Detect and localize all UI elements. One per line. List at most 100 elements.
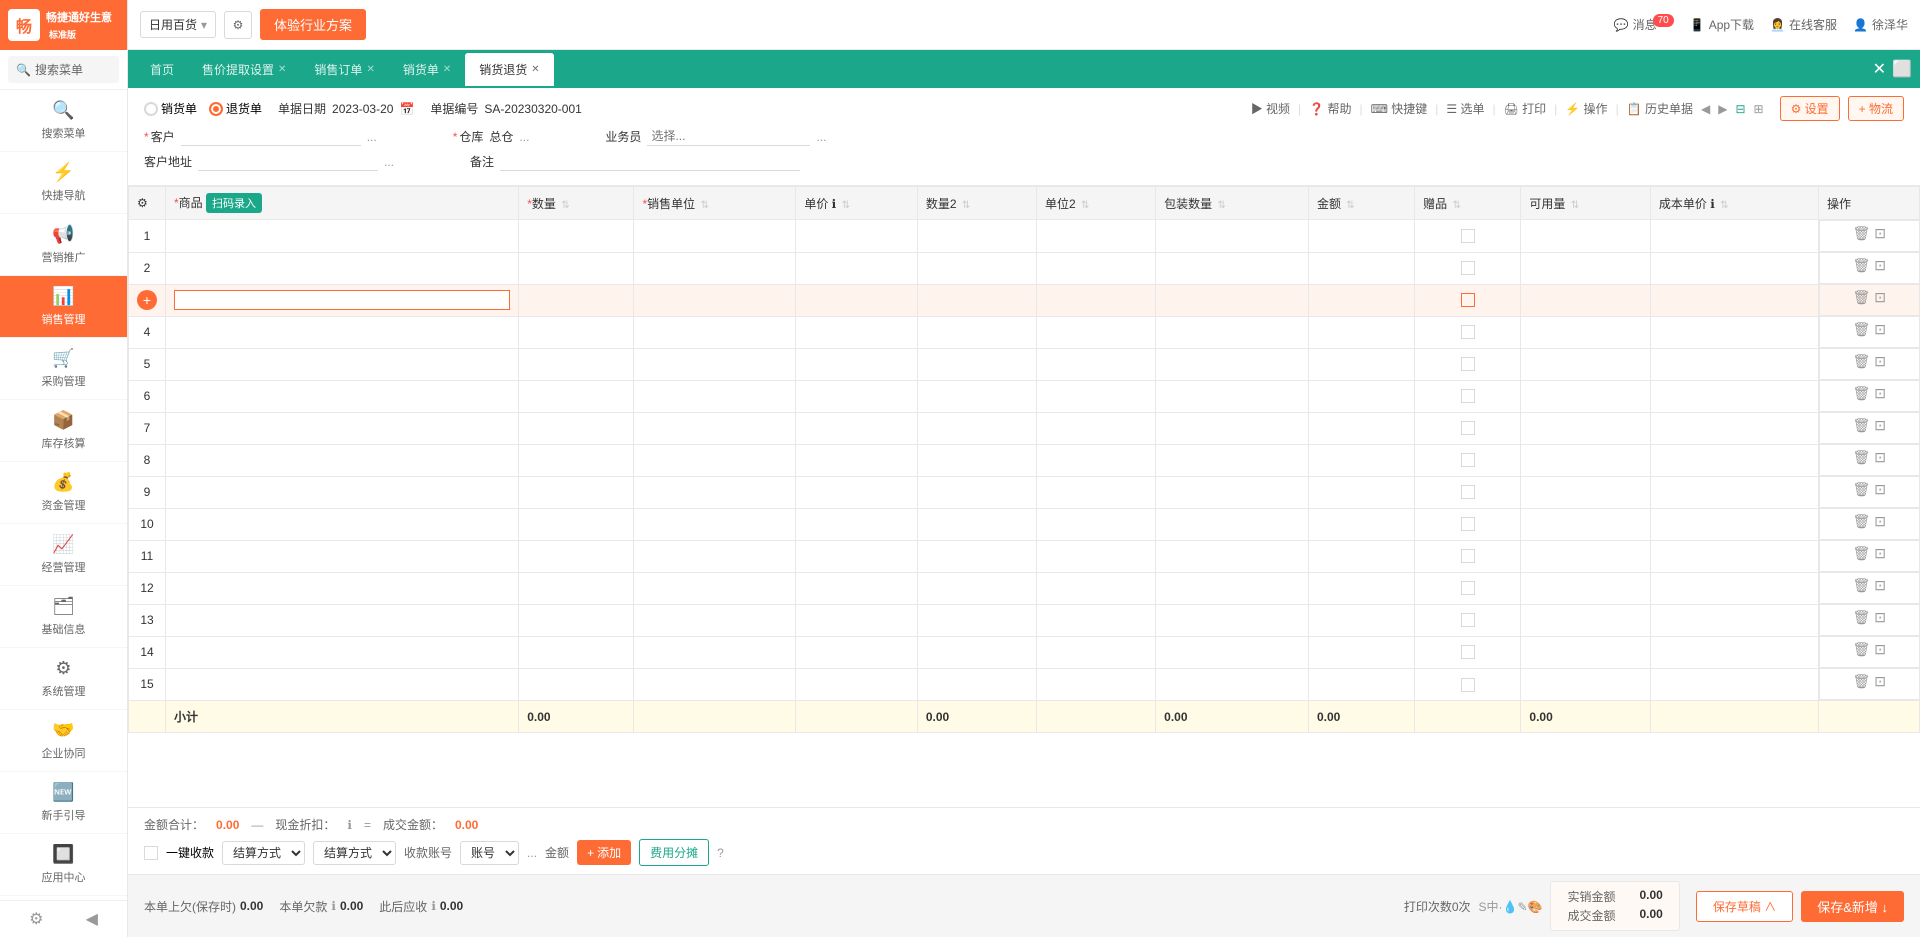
gift-checkbox-9[interactable]: [1461, 485, 1475, 499]
history-btn[interactable]: 📋 历史单据: [1627, 100, 1693, 117]
cost-sort[interactable]: ⇅: [1720, 200, 1728, 211]
delete-row-7[interactable]: 🗑: [1852, 417, 1870, 439]
sidebar-item-inventory[interactable]: 📦库存核算: [0, 400, 127, 462]
debt-info-icon[interactable]: ℹ: [331, 899, 336, 913]
unit2-sort[interactable]: ⇅: [1081, 200, 1089, 211]
radio-return[interactable]: 退货单: [209, 100, 262, 117]
shortcut-btn[interactable]: ⌨ 快捷键: [1371, 100, 1428, 117]
sidebar-item-basic[interactable]: 🗂基础信息: [0, 586, 127, 648]
expense-help-icon[interactable]: ?: [717, 846, 724, 860]
delete-row-3[interactable]: 🗑: [1852, 289, 1870, 311]
copy-row-3[interactable]: ⊡: [1874, 289, 1886, 311]
tab-sales-order[interactable]: 销售订单✕: [300, 53, 388, 86]
account-select[interactable]: 账号: [460, 841, 519, 865]
copy-row-12[interactable]: ⊡: [1874, 577, 1886, 599]
remark-input[interactable]: [500, 152, 800, 171]
tab-sales-delivery[interactable]: 销货单✕: [389, 53, 465, 86]
gift-checkbox-1[interactable]: [1461, 229, 1475, 243]
discount-help-icon[interactable]: ℹ: [347, 818, 352, 832]
tab-close-sales-order[interactable]: ✕: [366, 64, 374, 75]
sidebar-item-marketing[interactable]: 📢营销推广: [0, 214, 127, 276]
delete-row-8[interactable]: 🗑: [1852, 449, 1870, 471]
sidebar-item-finance[interactable]: 💰资金管理: [0, 462, 127, 524]
delete-row-1[interactable]: 🗑: [1852, 225, 1870, 247]
salesperson-dots[interactable]: ...: [816, 130, 826, 144]
gift-checkbox-11[interactable]: [1461, 549, 1475, 563]
sidebar-collapse-button[interactable]: ◀: [86, 909, 98, 929]
sidebar-item-system[interactable]: ⚙系统管理: [0, 648, 127, 710]
copy-row-7[interactable]: ⊡: [1874, 417, 1886, 439]
copy-row-5[interactable]: ⊡: [1874, 353, 1886, 375]
gift-checkbox-15[interactable]: [1461, 678, 1475, 692]
gift-checkbox-13[interactable]: [1461, 613, 1475, 627]
delete-row-2[interactable]: 🗑: [1852, 257, 1870, 279]
copy-row-11[interactable]: ⊡: [1874, 545, 1886, 567]
price-sort[interactable]: ⇅: [842, 200, 850, 211]
tab-close-all-btn[interactable]: ✕: [1873, 59, 1886, 79]
add-payment-btn[interactable]: + 添加: [577, 840, 631, 865]
message-button[interactable]: 💬 消息 70: [1614, 16, 1674, 33]
app-download-button[interactable]: 📱 App下载: [1690, 16, 1754, 33]
gift-checkbox-14[interactable]: [1461, 645, 1475, 659]
radio-delivery[interactable]: 销货单: [144, 100, 197, 117]
copy-row-13[interactable]: ⊡: [1874, 609, 1886, 631]
copy-row-4[interactable]: ⊡: [1874, 321, 1886, 343]
copy-row-8[interactable]: ⊡: [1874, 449, 1886, 471]
gift-checkbox-2[interactable]: [1461, 261, 1475, 275]
sidebar-item-operations[interactable]: 📈经营管理: [0, 524, 127, 586]
customer-input[interactable]: [181, 127, 361, 146]
delete-row-6[interactable]: 🗑: [1852, 385, 1870, 407]
tab-home[interactable]: 首页: [136, 53, 188, 86]
expense-split-btn[interactable]: 费用分摊: [639, 839, 709, 866]
delete-row-5[interactable]: 🗑: [1852, 353, 1870, 375]
list-view-icon[interactable]: ⊟: [1735, 102, 1745, 116]
delete-row-14[interactable]: 🗑: [1852, 641, 1870, 663]
gift-checkbox-5[interactable]: [1461, 357, 1475, 371]
tab-price-settings[interactable]: 售价提取设置✕: [188, 53, 300, 86]
delete-row-10[interactable]: 🗑: [1852, 513, 1870, 535]
tab-close-sales-return[interactable]: ✕: [531, 64, 539, 75]
category-selector[interactable]: 日用百货 ▾: [140, 11, 216, 38]
select-btn[interactable]: ☰ 选单: [1446, 100, 1484, 117]
prev-icon[interactable]: ◀: [1701, 102, 1710, 116]
sidebar-item-apps[interactable]: 🔲应用中心: [0, 834, 127, 896]
tab-close-price-settings[interactable]: ✕: [278, 64, 286, 75]
gift-checkbox-4[interactable]: [1461, 325, 1475, 339]
gift-checkbox-3[interactable]: [1461, 293, 1475, 307]
video-btn[interactable]: ▶ 视频: [1251, 100, 1290, 117]
gift-checkbox-7[interactable]: [1461, 421, 1475, 435]
sidebar-item-purchase[interactable]: 🛒采购管理: [0, 338, 127, 400]
customer-dots[interactable]: ...: [367, 130, 377, 144]
gift-checkbox-8[interactable]: [1461, 453, 1475, 467]
gift-checkbox-6[interactable]: [1461, 389, 1475, 403]
delete-row-13[interactable]: 🗑: [1852, 609, 1870, 631]
delete-row-15[interactable]: 🗑: [1852, 673, 1870, 695]
copy-row-14[interactable]: ⊡: [1874, 641, 1886, 663]
print-btn[interactable]: 🖨 打印: [1504, 100, 1547, 117]
search-menu-button[interactable]: 🔍 搜索菜单: [8, 56, 119, 83]
avail-sort[interactable]: ⇅: [1571, 200, 1579, 211]
salesperson-input[interactable]: [647, 127, 810, 146]
help-btn[interactable]: ❓ 帮助: [1309, 100, 1351, 117]
sidebar-item-guide[interactable]: 🆕新手引导: [0, 772, 127, 834]
save-new-button[interactable]: 保存&新增 ↓: [1801, 891, 1904, 922]
logistics-action-btn[interactable]: + 物流: [1848, 96, 1904, 121]
calendar-icon[interactable]: 📅: [399, 102, 414, 116]
sidebar-item-shortcut[interactable]: ⚡快捷导航: [0, 152, 127, 214]
copy-row-9[interactable]: ⊡: [1874, 481, 1886, 503]
delete-row-4[interactable]: 🗑: [1852, 321, 1870, 343]
copy-row-1[interactable]: ⊡: [1874, 225, 1886, 247]
gift-sort[interactable]: ⇅: [1453, 200, 1461, 211]
receivable-info-icon[interactable]: ℹ: [431, 899, 436, 913]
quantity-sort[interactable]: ⇅: [561, 200, 569, 211]
qty2-sort[interactable]: ⇅: [962, 200, 970, 211]
pack-sort[interactable]: ⇅: [1218, 200, 1226, 211]
tab-maximize-btn[interactable]: ⬜: [1892, 59, 1912, 79]
tab-sales-return[interactable]: 销货退货✕: [465, 53, 553, 86]
settings-action-btn[interactable]: ⚙ 设置: [1780, 96, 1840, 121]
product-input-3[interactable]: [174, 290, 510, 310]
tab-close-sales-delivery[interactable]: ✕: [443, 64, 451, 75]
one-click-pay-checkbox[interactable]: [144, 846, 158, 860]
delete-row-11[interactable]: 🗑: [1852, 545, 1870, 567]
address-input[interactable]: [198, 152, 378, 171]
